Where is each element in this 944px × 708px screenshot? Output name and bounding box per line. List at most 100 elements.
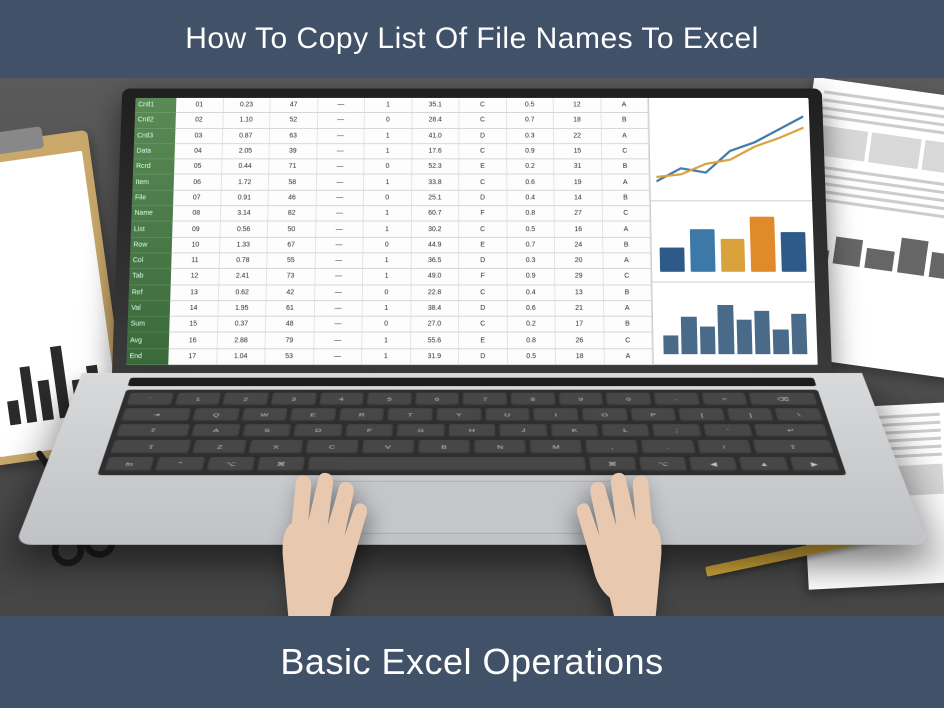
key: ⇧ xyxy=(110,440,192,454)
grid-cell: 1 xyxy=(363,269,411,284)
grid-cell: — xyxy=(315,238,363,253)
grid-cell: 27 xyxy=(555,206,603,221)
grid-cell: 03 xyxy=(175,129,223,143)
grid-cell: B xyxy=(601,113,648,127)
grid-cell: A xyxy=(601,98,648,112)
grid-cell: 2.88 xyxy=(217,333,266,348)
grid-cell: 79 xyxy=(266,333,315,348)
grid-cell: 0 xyxy=(364,191,412,206)
key: 2 xyxy=(222,393,269,406)
grid-cell: 53 xyxy=(265,349,314,364)
grid-cell: 0.78 xyxy=(219,253,267,268)
grid-cell: 1 xyxy=(363,253,411,268)
grid-cell: — xyxy=(314,349,363,364)
key: ] xyxy=(726,408,774,421)
grid-cell: 41.0 xyxy=(412,129,459,143)
key: [ xyxy=(678,408,725,421)
grid-cell: — xyxy=(317,113,364,127)
grid-cell: 0.56 xyxy=(220,222,268,237)
grid-cell: — xyxy=(317,160,365,175)
key: ⇪ xyxy=(115,424,190,438)
grid-cell: 2.41 xyxy=(219,269,267,284)
grid-cell: 22.8 xyxy=(411,285,459,300)
key xyxy=(307,457,586,472)
key: ⌫ xyxy=(748,393,817,406)
key-row: ⇧ZXCVBNM,./⇧ xyxy=(110,440,834,454)
grid-cell: 1.33 xyxy=(220,238,268,253)
grid-cell: 16 xyxy=(555,222,603,237)
bar xyxy=(773,329,789,354)
trackpad xyxy=(310,481,635,534)
grid-cell: A xyxy=(603,253,651,268)
grid-cell: A xyxy=(604,301,652,316)
key: M xyxy=(530,440,583,454)
key-row: fn⌃⌥⌘ ⌘⌥◀▲▶ xyxy=(104,457,840,472)
grid-row: 061.7258—133.8C0.619A xyxy=(174,175,650,191)
bar xyxy=(700,326,716,354)
key: . xyxy=(641,440,695,454)
line-chart xyxy=(649,98,812,202)
grid-cell: 31.9 xyxy=(411,349,459,364)
grid-cell: 27.0 xyxy=(411,317,459,332)
grid-cell: 05 xyxy=(174,160,222,175)
grid-cell: 0.9 xyxy=(507,144,555,159)
grid-cell: — xyxy=(315,285,363,300)
key: 4 xyxy=(319,393,364,406)
grid-cell: 44.9 xyxy=(411,238,459,253)
grid-cell: B xyxy=(604,317,653,332)
grid-cell: 0 xyxy=(364,160,412,175)
grid-cell: 0 xyxy=(365,113,412,127)
grid-cell: 18 xyxy=(556,349,605,364)
touchbar xyxy=(128,378,817,386)
grid-cell: 55.6 xyxy=(411,333,459,348)
key: X xyxy=(249,440,303,454)
key: / xyxy=(697,440,752,454)
grid-cell: 1 xyxy=(363,301,411,316)
key: E xyxy=(290,408,336,421)
grid-cell: 16 xyxy=(169,333,218,348)
grid-cell: 28.4 xyxy=(412,113,459,127)
grid-cell: 0.4 xyxy=(507,285,555,300)
key: ◀ xyxy=(689,457,738,472)
grid-cell: B xyxy=(603,285,651,300)
grid-row: 050.4471—052.3E0.231B xyxy=(174,160,649,176)
grid-row: 110.7855—136.5D0.320A xyxy=(171,253,651,269)
grid-cell: 31 xyxy=(554,160,602,175)
hero-scene: Cntl1Cntl2Cntl3DataRcrdItemFileNameListR… xyxy=(0,78,944,616)
grid-cell: C xyxy=(459,285,507,300)
grid-cell: 0 xyxy=(363,285,411,300)
grid-cell: A xyxy=(601,129,649,143)
grid-cell: 0.3 xyxy=(507,253,555,268)
grid-cell: 0.2 xyxy=(507,317,555,332)
grid-row: 083.1482—160.7F0.827C xyxy=(173,206,651,222)
grid-cell: C xyxy=(603,269,651,284)
key: A xyxy=(191,424,241,438)
key: J xyxy=(500,424,548,438)
key: ⇧ xyxy=(752,440,834,454)
grid-cell: 1.10 xyxy=(223,113,271,127)
grid-cell: A xyxy=(602,175,650,190)
grid-cell: 48 xyxy=(266,317,315,332)
grid-cell: 07 xyxy=(173,191,221,206)
grid-cell: 39 xyxy=(269,144,317,159)
key: L xyxy=(601,424,650,438)
grid-cell: 1 xyxy=(362,349,411,364)
grid-row: 130.6242—022.8C0.413B xyxy=(170,285,651,301)
grid-cell: — xyxy=(318,98,365,112)
key: S xyxy=(242,424,292,438)
grid-cell: B xyxy=(602,160,650,175)
grid-cell: 25.1 xyxy=(412,191,460,206)
grid-row: 090.5650—130.2C0.516A xyxy=(172,222,650,238)
grid-cell: 0.7 xyxy=(507,113,554,127)
grid-cell: 0.62 xyxy=(218,285,266,300)
grid-cell: B xyxy=(602,191,650,206)
bar xyxy=(717,305,734,355)
grid-cell: 0.5 xyxy=(507,98,554,112)
grid-cell: — xyxy=(315,253,363,268)
grid-cell: 1 xyxy=(364,206,412,221)
bar xyxy=(781,232,807,272)
grid-cell: 12 xyxy=(554,98,601,112)
grid-cell: 0.5 xyxy=(507,222,555,237)
bar xyxy=(736,320,752,354)
grid-cell: — xyxy=(316,191,364,206)
